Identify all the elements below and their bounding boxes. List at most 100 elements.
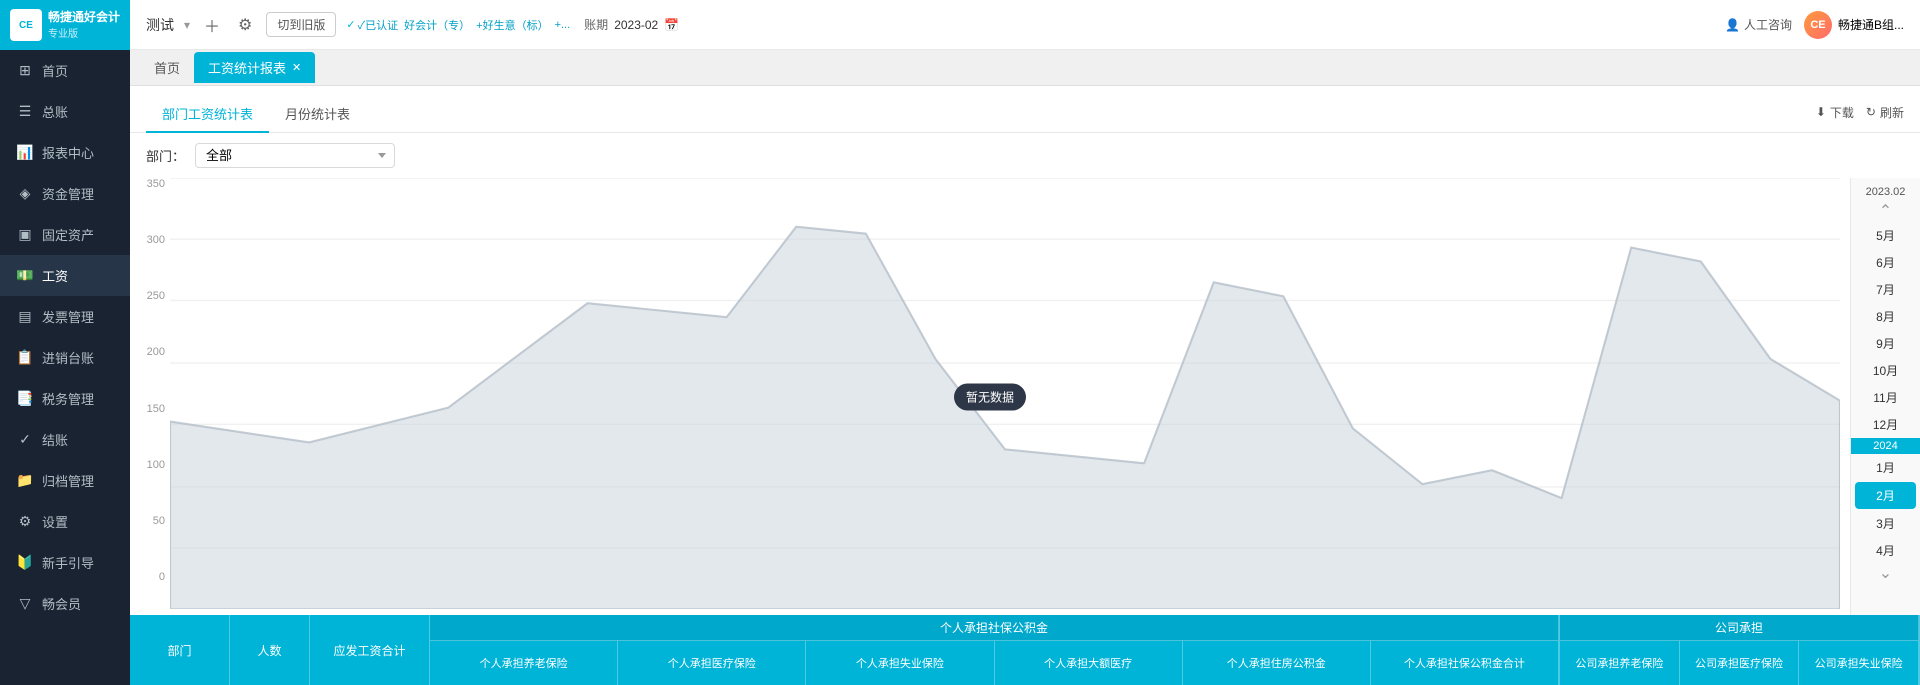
- th-total-salary: 应发工资合计: [310, 615, 430, 685]
- refresh-icon: ↻: [1866, 105, 1876, 119]
- sidebar-item-close[interactable]: ✓ 结账: [0, 419, 130, 460]
- dropdown-arrow-icon[interactable]: ▾: [184, 18, 190, 32]
- sidebar-item-label: 资金管理: [42, 184, 94, 203]
- assets-icon: ▣: [16, 226, 34, 243]
- y-label-200: 200: [130, 346, 165, 358]
- gear-icon[interactable]: ⚙: [234, 11, 256, 39]
- y-label-300: 300: [130, 234, 165, 246]
- sidebar-item-archive[interactable]: 📁 归档管理: [0, 460, 130, 501]
- sidebar-item-assets[interactable]: ▣ 固定资产: [0, 214, 130, 255]
- month-7[interactable]: 7月: [1851, 276, 1920, 303]
- sidebar-item-label: 报表中心: [42, 143, 94, 162]
- sidebar-item-label: 畅会员: [42, 594, 81, 613]
- nav-down-icon[interactable]: ⌄: [1877, 564, 1894, 584]
- app-logo: CE 畅捷通好会计 专业版: [0, 0, 130, 50]
- th-personal-group: 个人承担社保公积金 个人承担养老保险 个人承担医疗保险 个人承担失业保险 个人承…: [430, 615, 1560, 685]
- app-name: 畅捷通好会计: [48, 10, 120, 26]
- y-label-350: 350: [130, 178, 165, 190]
- th-company-cells: 公司承担养老保险 公司承担医疗保险 公司承担失业保险: [1560, 641, 1919, 685]
- topbar: 测试 ▾ ＋ ⚙ 切到旧版 ✓ ✓已认证 好会计（专） +好生意（标） +...…: [130, 0, 1920, 50]
- y-label-250: 250: [130, 290, 165, 302]
- home-icon: ⊞: [16, 62, 34, 79]
- sidebar-item-label: 固定资产: [42, 225, 94, 244]
- month-9[interactable]: 9月: [1851, 330, 1920, 357]
- year-label-2023[interactable]: 2023.02: [1860, 182, 1912, 202]
- sidebar-item-reports[interactable]: 📊 报表中心: [0, 132, 130, 173]
- invoice-icon: ▤: [16, 308, 34, 325]
- th-headcount: 人数: [230, 615, 310, 685]
- sidebar-item-funds[interactable]: ◈ 资金管理: [0, 173, 130, 214]
- tag1: 好会计（专）: [404, 17, 470, 33]
- sidebar: CE 畅捷通好会计 专业版 ⊞ 首页 ☰ 总账 📊 报表中心 ◈ 资金管理 ▣ …: [0, 0, 130, 685]
- sidebar-item-salary[interactable]: 💵 工资: [0, 255, 130, 296]
- month-2024-1[interactable]: 1月: [1851, 454, 1920, 481]
- tab-close-icon[interactable]: ✕: [292, 61, 301, 74]
- month-2024-2[interactable]: 2月: [1855, 482, 1916, 509]
- nav-up-icon[interactable]: ⌃: [1877, 202, 1894, 222]
- month-11[interactable]: 11月: [1851, 384, 1920, 411]
- help-button[interactable]: 👤 人工咨询: [1725, 16, 1792, 33]
- sidebar-item-tax[interactable]: 📑 税务管理: [0, 378, 130, 419]
- sidebar-item-sales[interactable]: 📋 进销台账: [0, 337, 130, 378]
- tab-salary-report[interactable]: 工资统计报表 ✕: [194, 52, 315, 83]
- switch-mode-button[interactable]: 切到旧版: [266, 12, 336, 37]
- sidebar-item-invoice[interactable]: ▤ 发票管理: [0, 296, 130, 337]
- month-2024-3[interactable]: 3月: [1851, 510, 1920, 537]
- add-icon[interactable]: ＋: [200, 9, 224, 41]
- th-dept: 部门: [130, 615, 230, 685]
- area-chart: [170, 178, 1840, 609]
- tab-home[interactable]: 首页: [140, 52, 194, 83]
- sidebar-item-newguide[interactable]: 🔰 新手引导: [0, 542, 130, 583]
- th-personal-housing: 个人承担住房公积金: [1183, 641, 1371, 685]
- filter-row: 部门： 全部: [130, 133, 1920, 178]
- chart-panel: 0 50 100 150 200 250 300 350: [130, 178, 1920, 615]
- subtab-actions: ⬇ 下载 ↻ 刷新: [1816, 96, 1904, 132]
- topbar-right: 👤 人工咨询 CE 畅捷通B组...: [1725, 11, 1904, 39]
- status-bar: ✓ ✓已认证 好会计（专） +好生意（标） +... 账期 2023-02 📅: [346, 16, 679, 33]
- refresh-button[interactable]: ↻ 刷新: [1866, 104, 1904, 121]
- month-6[interactable]: 6月: [1851, 249, 1920, 276]
- subtab-monthly[interactable]: 月份统计表: [269, 96, 366, 133]
- month-12[interactable]: 12月: [1851, 411, 1920, 438]
- calendar-icon[interactable]: 📅: [664, 18, 679, 32]
- download-button[interactable]: ⬇ 下载: [1816, 104, 1854, 121]
- subtab-dept[interactable]: 部门工资统计表: [146, 96, 269, 133]
- check-icon: ✓: [346, 18, 355, 31]
- y-label-0: 0: [130, 571, 165, 583]
- th-personal-total: 个人承担社保公积金合计: [1371, 641, 1559, 685]
- sidebar-item-label: 结账: [42, 430, 68, 449]
- month-8[interactable]: 8月: [1851, 303, 1920, 330]
- th-company-medical: 公司承担医疗保险: [1680, 641, 1800, 685]
- sales-icon: 📋: [16, 349, 34, 366]
- month-2024-4[interactable]: 4月: [1851, 537, 1920, 564]
- th-personal-major-medical: 个人承担大额医疗: [995, 641, 1183, 685]
- th-company-unemploy: 公司承担失业保险: [1799, 641, 1919, 685]
- month-10[interactable]: 10月: [1851, 357, 1920, 384]
- avatar: CE: [1804, 11, 1832, 39]
- content-area: 部门工资统计表 月份统计表 ⬇ 下载 ↻ 刷新 部门： 全部: [130, 86, 1920, 685]
- y-label-100: 100: [130, 459, 165, 471]
- tabbar: 首页 工资统计报表 ✕: [130, 50, 1920, 86]
- tag3: +...: [555, 19, 571, 31]
- year-2024-label: 2024: [1851, 438, 1920, 454]
- download-icon: ⬇: [1816, 105, 1826, 119]
- subtabs-bar: 部门工资统计表 月份统计表 ⬇ 下载 ↻ 刷新: [130, 86, 1920, 133]
- sidebar-item-label: 总账: [42, 102, 68, 121]
- th-personal-group-label: 个人承担社保公积金: [430, 615, 1559, 641]
- sidebar-item-settings[interactable]: ⚙ 设置: [0, 501, 130, 542]
- th-personal-pension: 个人承担养老保险: [430, 641, 618, 685]
- archive-icon: 📁: [16, 472, 34, 489]
- dept-select[interactable]: 全部: [195, 143, 395, 168]
- sidebar-item-label: 设置: [42, 512, 68, 531]
- sidebar-item-home[interactable]: ⊞ 首页: [0, 50, 130, 91]
- th-personal-cells: 个人承担养老保险 个人承担医疗保险 个人承担失业保险 个人承担大额医疗 个人承担…: [430, 641, 1559, 685]
- user-menu[interactable]: CE 畅捷通B组...: [1804, 11, 1904, 39]
- ledger-icon: ☰: [16, 103, 34, 120]
- sidebar-item-ledger[interactable]: ☰ 总账: [0, 91, 130, 132]
- close-accounts-icon: ✓: [16, 431, 34, 448]
- th-company-pension: 公司承担养老保险: [1560, 641, 1680, 685]
- sidebar-item-member[interactable]: ▽ 畅会员: [0, 583, 130, 624]
- funds-icon: ◈: [16, 185, 34, 202]
- tag2: +好生意（标）: [476, 17, 548, 33]
- month-5[interactable]: 5月: [1851, 222, 1920, 249]
